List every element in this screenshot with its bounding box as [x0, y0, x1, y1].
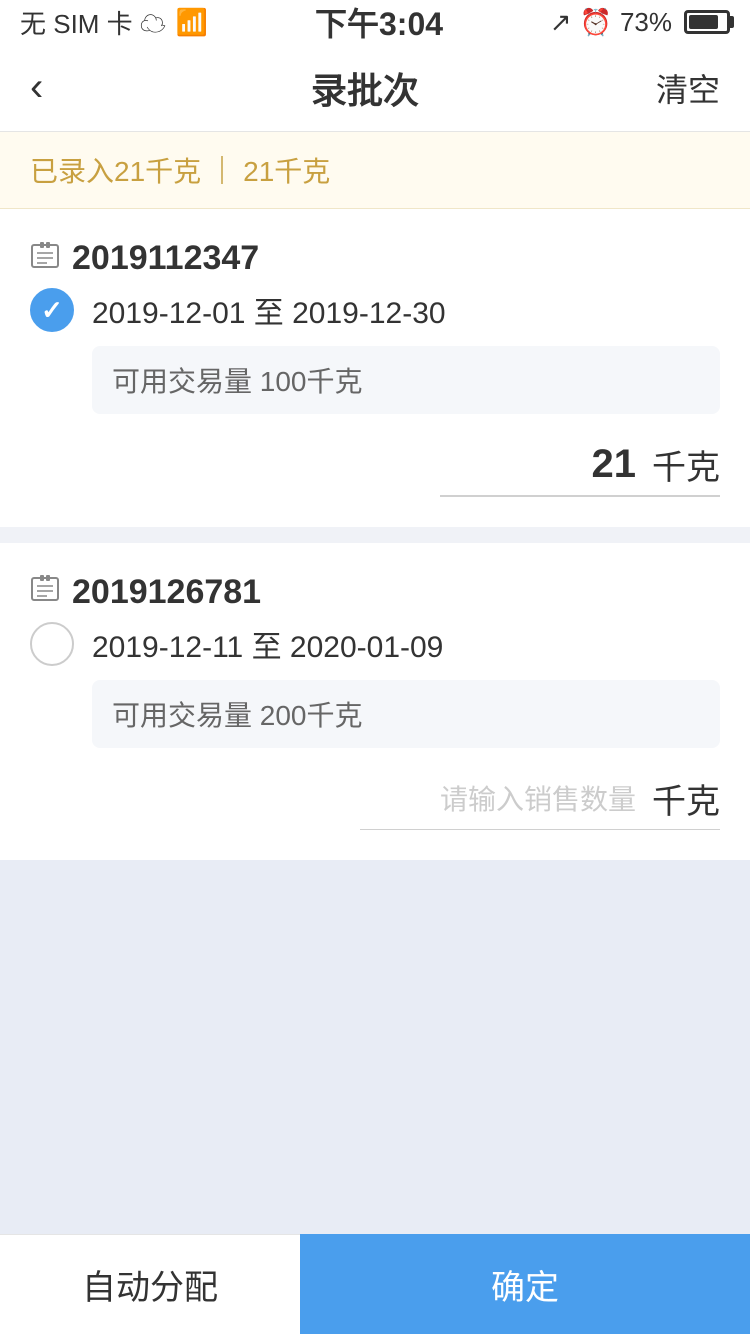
status-time: 下午3:04: [315, 0, 443, 45]
auto-distribute-button[interactable]: 自动分配: [0, 1234, 300, 1334]
confirm-button[interactable]: 确定: [300, 1234, 750, 1334]
batch1-id: 2019112347: [72, 239, 259, 278]
batch2-header: 2019126781: [30, 573, 720, 612]
batch-item-1: 2019112347 2019-12-01 至 2019-12-30 可用交易量…: [0, 209, 750, 527]
bottom-buttons: 自动分配 确定: [0, 1234, 750, 1334]
info-label: 已录入21千克: [30, 150, 201, 190]
nav-bar: ‹ 录批次 清空: [0, 44, 750, 132]
status-bar: 无 SIM 卡 ☁ 📶 下午3:04 ↗ ⏰ 73%: [0, 0, 750, 44]
wifi-icon: 📶: [176, 7, 208, 38]
batch2-date: 2019-12-11 至 2020-01-09: [92, 622, 443, 666]
battery-icon: [684, 10, 730, 34]
batch2-qty-row: 请输入销售数量 千克: [30, 764, 720, 841]
sim-status: 无 SIM 卡 ☁: [20, 4, 166, 41]
batch1-qty-row: 21 千克: [30, 430, 720, 507]
info-divider: [221, 156, 223, 184]
batch1-radio[interactable]: [30, 288, 74, 332]
batch1-available: 可用交易量 100千克: [92, 346, 720, 414]
separator-1: [0, 527, 750, 543]
batch1-date-row: 2019-12-01 至 2019-12-30: [30, 288, 720, 332]
bottom-area: [0, 860, 750, 1280]
batch2-available: 可用交易量 200千克: [92, 680, 720, 748]
batch1-header: 2019112347: [30, 239, 720, 278]
batch1-unit: 千克: [652, 440, 720, 489]
clear-button[interactable]: 清空: [640, 65, 720, 111]
batch2-radio[interactable]: [30, 622, 74, 666]
batch1-quantity: 21: [592, 442, 637, 487]
back-button[interactable]: ‹: [30, 65, 90, 110]
batch1-date: 2019-12-01 至 2019-12-30: [92, 288, 446, 332]
info-value: 21千克: [243, 150, 330, 190]
status-right: ↗ ⏰ 73%: [550, 7, 730, 38]
batch2-input-placeholder: 请输入销售数量: [440, 778, 636, 818]
batch2-unit: 千克: [652, 774, 720, 823]
batch1-icon: [30, 241, 60, 277]
batch-item-2: 2019126781 2019-12-11 至 2020-01-09 可用交易量…: [0, 543, 750, 861]
batch2-icon: [30, 574, 60, 610]
page-title: 录批次: [311, 62, 419, 114]
battery-percent: 73%: [620, 7, 672, 38]
batch2-id: 2019126781: [72, 573, 261, 612]
status-left: 无 SIM 卡 ☁ 📶: [20, 4, 208, 41]
batch2-date-row: 2019-12-11 至 2020-01-09: [30, 622, 720, 666]
alarm-icon: ⏰: [580, 7, 612, 38]
location-icon: ↗: [550, 7, 572, 38]
info-banner: 已录入21千克 21千克: [0, 132, 750, 209]
